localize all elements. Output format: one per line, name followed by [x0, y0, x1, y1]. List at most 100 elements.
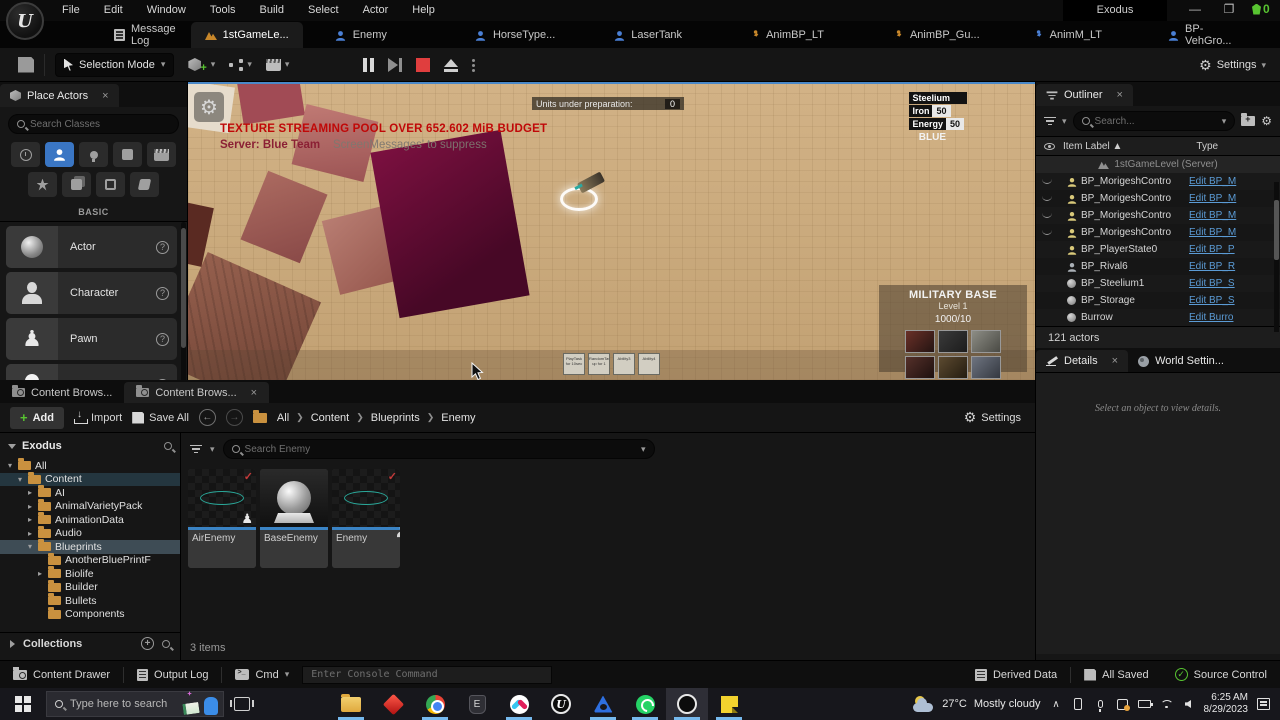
console-command-input[interactable]: [302, 665, 553, 684]
cinematics-dropdown[interactable]: ▾: [265, 58, 289, 71]
stop-button[interactable]: [416, 58, 430, 72]
asset-search-field[interactable]: ▾: [222, 439, 655, 459]
taskbar-search-input[interactable]: [70, 698, 175, 710]
edit-blueprint-link[interactable]: Edit Burro: [1189, 312, 1249, 323]
outliner-search-field[interactable]: ▾: [1072, 111, 1236, 131]
hidden-eye-icon[interactable]: [1042, 179, 1052, 184]
add-collection-icon[interactable]: +: [141, 637, 154, 650]
amd-software-icon[interactable]: [372, 688, 414, 720]
ability-button-1[interactable]: PlayTask for 10sec: [563, 353, 585, 375]
search-icon[interactable]: [164, 442, 172, 450]
tab-enemy[interactable]: Enemy: [321, 22, 401, 48]
place-actor-item-character[interactable]: Character ?: [6, 272, 177, 314]
chevron-down-icon[interactable]: ▾: [1062, 116, 1067, 127]
unit-thumbnail[interactable]: [938, 356, 968, 379]
weather-widget[interactable]: 27°C Mostly cloudy: [913, 696, 1041, 712]
wifi-icon[interactable]: [1160, 698, 1173, 711]
tree-item-bullets[interactable]: Bullets: [0, 593, 180, 608]
menu-file[interactable]: File: [50, 0, 92, 21]
outliner-row[interactable]: BP_PlayerState0 Edit BP_P: [1036, 241, 1280, 258]
breadcrumb-enemy[interactable]: Enemy: [441, 412, 475, 424]
hidden-eye-icon[interactable]: [1042, 213, 1052, 218]
place-actor-item-pawn[interactable]: ♟ Pawn ?: [6, 318, 177, 360]
phone-link-icon[interactable]: [1072, 698, 1085, 711]
content-browser-settings[interactable]: ⚙ Settings: [964, 409, 1021, 426]
asset-airenemy[interactable]: ✓ ♟ AirEnemy: [188, 469, 256, 568]
volumes-category-button[interactable]: [130, 172, 159, 197]
add-button[interactable]: + Add: [10, 406, 64, 429]
effects-category-button[interactable]: [28, 172, 57, 197]
tree-item-animationdata[interactable]: ▸ AnimationData: [0, 512, 180, 527]
edit-blueprint-link[interactable]: Edit BP_R: [1189, 261, 1249, 272]
tree-item-blueprints[interactable]: ▾ Blueprints: [0, 539, 180, 554]
task-view-button[interactable]: [230, 697, 254, 711]
edit-blueprint-link[interactable]: Edit BP_M: [1189, 176, 1249, 187]
game-viewport[interactable]: ⚙ TEXTURE STREAMING POOL OVER 652.602 Mi…: [188, 82, 1035, 380]
chevron-down-icon[interactable]: ▾: [210, 444, 215, 455]
asset-search-input[interactable]: [244, 443, 636, 455]
close-icon[interactable]: ×: [102, 90, 108, 102]
slack-icon[interactable]: [498, 688, 540, 720]
outliner-row[interactable]: BP_MorigeshContro Edit BP_M: [1036, 207, 1280, 224]
lights-category-button[interactable]: [79, 142, 108, 167]
ability-button-4[interactable]: Ability4: [638, 353, 660, 375]
pause-button[interactable]: [363, 58, 374, 72]
selection-mode-dropdown[interactable]: Selection Mode ▾: [55, 52, 175, 77]
outliner-search-input[interactable]: [1094, 115, 1217, 127]
file-explorer-icon[interactable]: [330, 688, 372, 720]
import-button[interactable]: Import: [73, 409, 122, 424]
sources-header[interactable]: Exodus: [0, 433, 180, 459]
asset-enemy[interactable]: ✓ Enemy: [332, 469, 400, 568]
chrome-icon[interactable]: [414, 688, 456, 720]
unit-thumbnail[interactable]: [971, 356, 1001, 379]
ability-button-2[interactable]: RandomTask up for 1: [588, 353, 610, 375]
menu-window[interactable]: Window: [135, 0, 198, 21]
tab-animbp-lt[interactable]: AnimBP_LT: [734, 22, 838, 48]
tab-animbp-gu[interactable]: AnimBP_Gu...: [878, 22, 994, 48]
output-log-button[interactable]: Output Log: [124, 661, 221, 688]
menu-tools[interactable]: Tools: [198, 0, 248, 21]
playback-options-button[interactable]: [472, 58, 475, 72]
cmd-dropdown[interactable]: Cmd ▾: [222, 661, 302, 688]
derived-data-button[interactable]: Derived Data: [962, 661, 1070, 688]
geometry-category-button[interactable]: [62, 172, 91, 197]
column-item-label[interactable]: Item Label ▲: [1063, 141, 1122, 152]
panels-category-button[interactable]: [96, 172, 125, 197]
hidden-eye-icon[interactable]: [1042, 230, 1052, 235]
menu-select[interactable]: Select: [296, 0, 351, 21]
clock[interactable]: 6:25 AM 8/29/2023: [1204, 692, 1249, 717]
start-button[interactable]: [0, 688, 46, 720]
game-settings-icon[interactable]: ⚙: [194, 92, 224, 122]
details-tab[interactable]: Details ×: [1036, 350, 1129, 372]
tab-lasertank[interactable]: LaserTank: [599, 22, 696, 48]
unreal-launcher-icon[interactable]: U: [540, 688, 582, 720]
minimize-button[interactable]: —: [1180, 0, 1210, 21]
tab-animm-lt[interactable]: AnimM_LT: [1018, 22, 1116, 48]
shapes-category-button[interactable]: [113, 142, 142, 167]
teams-icon[interactable]: [1116, 698, 1130, 711]
edit-blueprint-link[interactable]: Edit BP_M: [1189, 193, 1249, 204]
place-actors-tab[interactable]: Place Actors ×: [0, 84, 119, 107]
outliner-scrollbar[interactable]: [1274, 182, 1279, 332]
tab-1stgamelevel[interactable]: 1stGameLe...: [190, 22, 303, 48]
unit-thumbnail[interactable]: [971, 330, 1001, 353]
menu-build[interactable]: Build: [248, 0, 296, 21]
tree-item-builder[interactable]: Builder: [0, 579, 180, 595]
microphone-icon[interactable]: [1094, 698, 1107, 712]
tree-item-biolife[interactable]: ▸ Biolife: [0, 566, 180, 581]
all-saved-indicator[interactable]: All Saved: [1071, 661, 1161, 688]
ability-button-3[interactable]: Ability3: [613, 353, 635, 375]
filter-icon[interactable]: [1044, 116, 1056, 126]
tray-expand-chevron[interactable]: ∧: [1050, 698, 1063, 711]
source-control-button[interactable]: ✓ Source Control: [1162, 661, 1280, 688]
basic-category-button[interactable]: [45, 142, 74, 167]
world-settings-tab[interactable]: World Settin...: [1128, 350, 1234, 372]
unit-thumbnail[interactable]: [938, 330, 968, 353]
close-icon[interactable]: ×: [251, 387, 257, 399]
unreal-editor-taskbar-icon[interactable]: [666, 688, 708, 720]
outliner-row[interactable]: BP_MorigeshContro Edit BP_M: [1036, 173, 1280, 190]
content-browser-tab-1[interactable]: Content Brows...: [0, 382, 124, 403]
gear-icon[interactable]: ⚙: [1261, 114, 1272, 128]
outliner-row[interactable]: BP_MorigeshContro Edit BP_M: [1036, 224, 1280, 241]
outliner-row[interactable]: BP_MorigeshContro Edit BP_M: [1036, 190, 1280, 207]
